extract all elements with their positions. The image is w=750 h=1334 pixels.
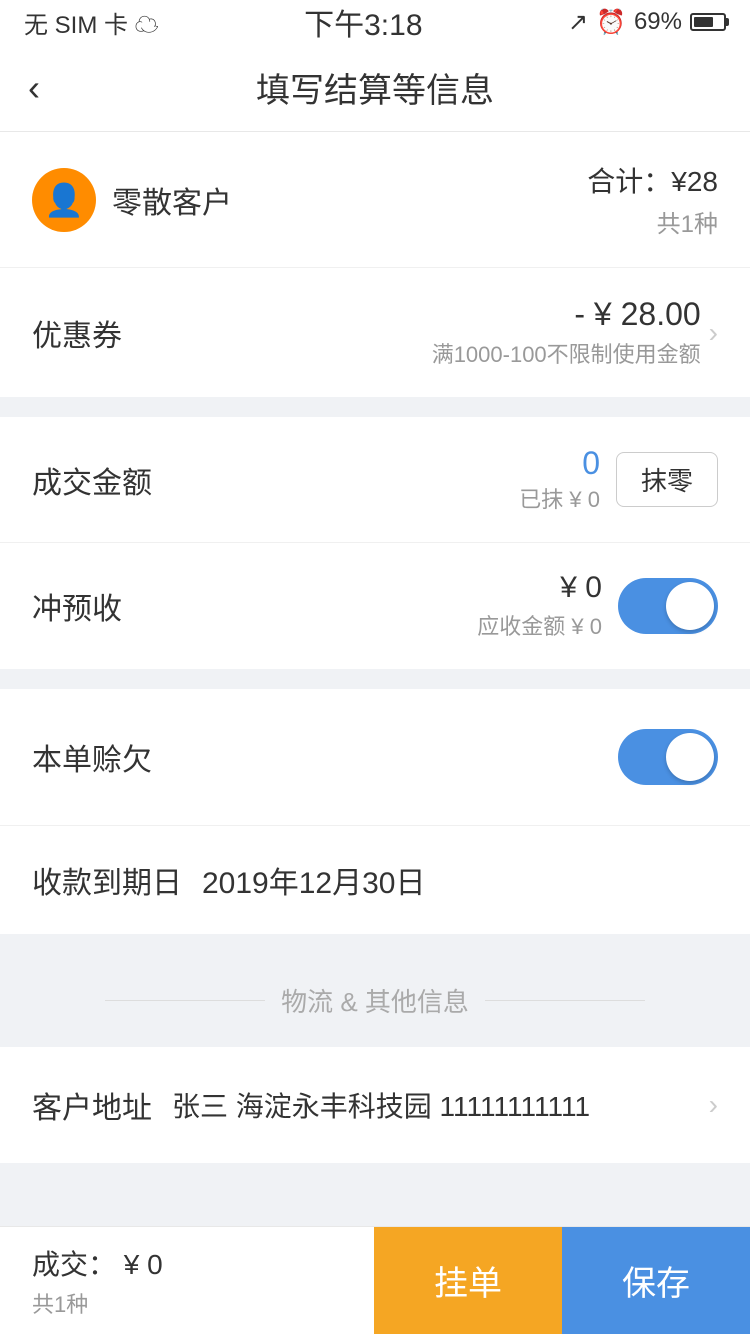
- address-row[interactable]: 客户地址 张三 海淀永丰科技园 11111111111 ›: [0, 1047, 750, 1163]
- debt-toggle-knob: [666, 733, 714, 781]
- location-icon: ↗: [568, 8, 588, 37]
- back-button[interactable]: ‹: [28, 67, 40, 109]
- chevron-right-icon: ›: [709, 317, 718, 349]
- coupon-right: - ¥ 28.00 满1000-100不限制使用金额 ›: [432, 296, 718, 369]
- status-left: 无 SIM 卡 ☁: [24, 5, 159, 40]
- logistics-section: 物流 & 其他信息: [0, 954, 750, 1047]
- transaction-amount-row: 成交金额 0 已抹 ¥ 0 抹零: [0, 417, 750, 543]
- status-right: ↗ ⏰ 69%: [568, 8, 726, 37]
- bottom-info: 成交： ¥ 0 共1种: [0, 1243, 374, 1319]
- customer-section: 👤 零散客户 合计：¥28 共1种 优惠券 - ¥ 28.00 满1000-10…: [0, 132, 750, 397]
- coupon-label: 优惠券: [32, 311, 122, 355]
- toggle-knob: [666, 582, 714, 630]
- coupon-info: - ¥ 28.00 满1000-100不限制使用金额: [432, 296, 701, 369]
- address-chevron-icon: ›: [709, 1089, 718, 1121]
- coupon-desc: 满1000-100不限制使用金额: [432, 337, 701, 369]
- transaction-amount-right: 0 已抹 ¥ 0 抹零: [519, 445, 718, 514]
- alarm-icon: ⏰: [596, 8, 626, 37]
- prepay-row: 冲预收 ¥ 0 应收金额 ¥ 0: [0, 543, 750, 669]
- debt-toggle[interactable]: [618, 729, 718, 785]
- transaction-amount-label: 成交金额: [32, 458, 152, 502]
- battery-label: 69%: [634, 8, 682, 36]
- transaction-section: 成交金额 0 已抹 ¥ 0 抹零 冲预收 ¥ 0 应收金额 ¥ 0: [0, 417, 750, 669]
- battery-icon: [690, 13, 726, 31]
- customer-count: 共1种: [587, 204, 718, 239]
- prepay-amount: ¥ 0: [477, 571, 602, 605]
- already-rounded-label: 已抹 ¥ 0: [519, 482, 600, 514]
- bottom-deal-count: 共1种: [32, 1287, 342, 1319]
- address-label: 客户地址: [32, 1083, 152, 1127]
- round-zero-button[interactable]: 抹零: [616, 452, 718, 507]
- customer-total: 合计：¥28: [587, 160, 718, 200]
- coupon-row[interactable]: 优惠券 - ¥ 28.00 满1000-100不限制使用金额 ›: [0, 267, 750, 397]
- due-date-row[interactable]: 收款到期日 2019年12月30日: [0, 825, 750, 934]
- avatar: 👤: [32, 168, 96, 232]
- prepay-label: 冲预收: [32, 584, 122, 628]
- customer-row: 👤 零散客户 合计：¥28 共1种: [0, 132, 750, 267]
- transaction-amount-value[interactable]: 0: [519, 445, 600, 482]
- prepay-right-container: ¥ 0 应收金额 ¥ 0: [477, 571, 718, 641]
- customer-total-info: 合计：¥28 共1种: [587, 160, 718, 239]
- avatar-icon: 👤: [44, 181, 84, 219]
- status-time: 下午3:18: [304, 0, 422, 44]
- prepay-toggle[interactable]: [618, 578, 718, 634]
- logistics-label: 物流 & 其他信息: [32, 982, 718, 1019]
- due-date-value: 2019年12月30日: [202, 858, 425, 902]
- prepay-amount-info: ¥ 0 应收金额 ¥ 0: [477, 571, 602, 641]
- coupon-discount: - ¥ 28.00: [432, 296, 701, 333]
- debt-row: 本单赊欠: [0, 689, 750, 825]
- sim-label: 无 SIM 卡 ☁: [24, 5, 159, 40]
- debt-label: 本单赊欠: [32, 735, 152, 779]
- debt-section: 本单赊欠 收款到期日 2019年12月30日: [0, 689, 750, 934]
- nav-bar: ‹ 填写结算等信息: [0, 44, 750, 132]
- address-value: 张三 海淀永丰科技园 11111111111: [172, 1085, 709, 1125]
- hang-order-button[interactable]: 挂单: [374, 1227, 562, 1334]
- customer-name: 零散客户: [112, 178, 232, 222]
- customer-info: 👤 零散客户: [32, 168, 232, 232]
- page-title: 填写结算等信息: [256, 63, 494, 112]
- address-section: 客户地址 张三 海淀永丰科技园 11111111111 ›: [0, 1047, 750, 1163]
- status-bar: 无 SIM 卡 ☁ 下午3:18 ↗ ⏰ 69%: [0, 0, 750, 44]
- save-button[interactable]: 保存: [562, 1227, 750, 1334]
- prepay-receivable: 应收金额 ¥ 0: [477, 609, 602, 641]
- bottom-bar: 成交： ¥ 0 共1种 挂单 保存: [0, 1226, 750, 1334]
- due-date-label: 收款到期日: [32, 858, 182, 902]
- bottom-deal-amount: 成交： ¥ 0: [32, 1243, 342, 1283]
